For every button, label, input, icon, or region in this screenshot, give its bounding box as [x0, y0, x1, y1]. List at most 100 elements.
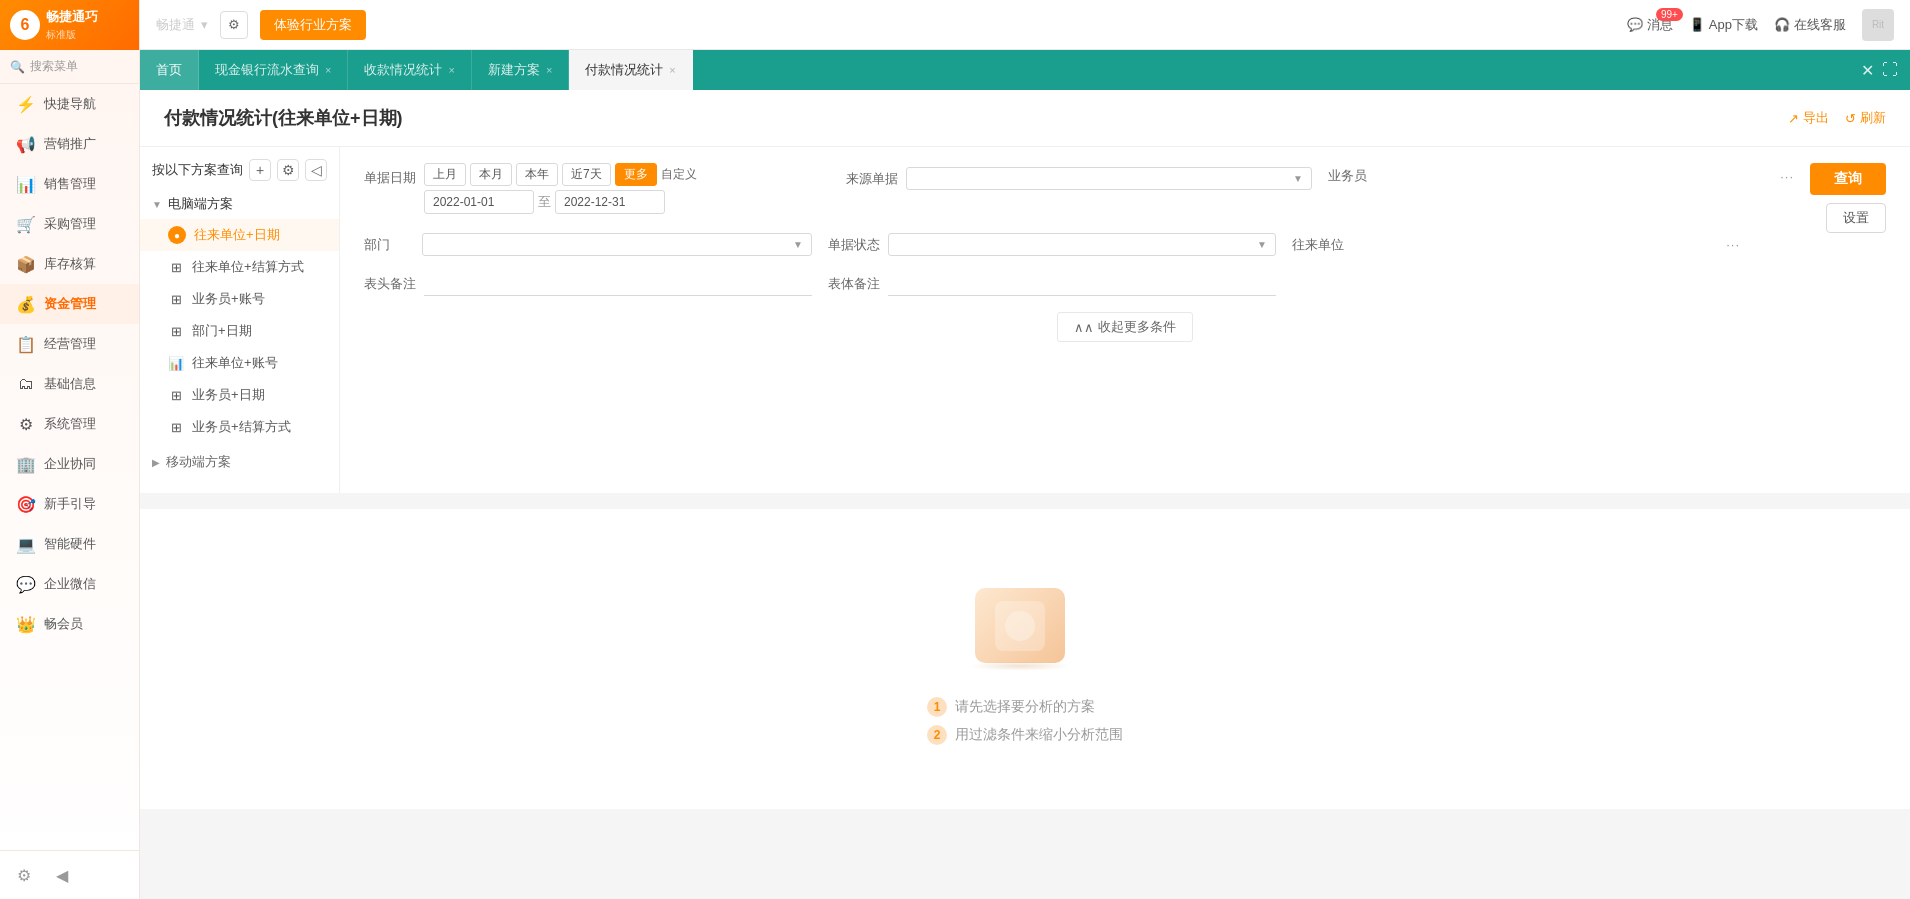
refresh-button[interactable]: ↺ 刷新 [1845, 109, 1886, 127]
tab-bank-flow-close-icon[interactable]: × [325, 64, 331, 76]
scheme-group-pc-header[interactable]: ▼ 电脑端方案 [140, 189, 339, 219]
sidebar-item-finance[interactable]: 💰 资金管理 [0, 284, 139, 324]
doc-status-select[interactable]: ▼ [888, 233, 1276, 256]
body-note-input[interactable] [888, 272, 1276, 296]
sidebar-item-hardware[interactable]: 💻 智能硬件 [0, 524, 139, 564]
body-note-control [888, 272, 1276, 296]
tab-close-all-icon[interactable]: ✕ [1861, 61, 1874, 80]
tab-bank-flow[interactable]: 现金银行流水查询 × [199, 50, 348, 90]
export-button[interactable]: ↗ 导出 [1788, 109, 1829, 127]
tab-receivable[interactable]: 收款情况统计 × [348, 50, 471, 90]
finance-icon: 💰 [16, 294, 36, 314]
tab-maximize-icon[interactable]: ⛶ [1882, 61, 1898, 79]
tab-receivable-label: 收款情况统计 [364, 61, 442, 79]
tab-payment-stat[interactable]: 付款情况统计 × [569, 50, 692, 90]
sidebar-item-guide[interactable]: 🎯 新手引导 [0, 484, 139, 524]
sidebar-item-weapp[interactable]: 💬 企业微信 [0, 564, 139, 604]
doc-status-arrow-icon: ▼ [1257, 239, 1267, 250]
sidebar-item-marketing[interactable]: 📢 营销推广 [0, 124, 139, 164]
tab-payment-stat-close-icon[interactable]: × [669, 64, 675, 76]
search-menu-label: 搜索菜单 [30, 58, 78, 75]
app-download-item[interactable]: 📱 App下载 [1689, 16, 1758, 34]
sidebar-item-system[interactable]: ⚙ 系统管理 [0, 404, 139, 444]
tab-home[interactable]: 首页 [140, 50, 199, 90]
scheme-item-dept-date[interactable]: ⊞ 部门+日期 [140, 315, 339, 347]
divider [140, 493, 1910, 501]
sidebar-item-label: 经营管理 [44, 335, 96, 353]
scheme-group-pc: ▼ 电脑端方案 ● 往来单位+日期 ⊞ 往来单位+结算方式 ⊞ 业务员+账号 [140, 189, 339, 443]
tab-new-scheme-label: 新建方案 [488, 61, 540, 79]
avatar-text: Rit [1872, 19, 1884, 30]
scheme-item-staff-account[interactable]: ⊞ 业务员+账号 [140, 283, 339, 315]
customer-service-item[interactable]: 🎧 在线客服 [1774, 16, 1846, 34]
basic-icon: 🗂 [16, 374, 36, 394]
search-icon: 🔍 [10, 60, 25, 74]
scheme-group-pc-label: 电脑端方案 [168, 195, 233, 213]
date-to-input[interactable] [555, 190, 665, 214]
scheme-collapse-button[interactable]: ◁ [305, 159, 327, 181]
salesman-more-icon[interactable]: ··· [1780, 169, 1794, 184]
trial-industry-button[interactable]: 体验行业方案 [260, 10, 366, 40]
topbar-right: 💬 消息 99+ 📱 App下载 🎧 在线客服 Rit [1627, 9, 1894, 41]
filter-layout: 按以下方案查询 + ⚙ ◁ ▼ 电脑端方案 ● 往来单位+日期 [140, 147, 1910, 493]
query-button[interactable]: 查询 [1810, 163, 1886, 195]
tab-receivable-close-icon[interactable]: × [448, 64, 454, 76]
date-more-btn[interactable]: 更多 [615, 163, 657, 186]
scheme-active-icon: ● [168, 226, 186, 244]
sidebar-item-basic[interactable]: 🗂 基础信息 [0, 364, 139, 404]
scheme-item-staff-payment[interactable]: ⊞ 业务员+结算方式 [140, 411, 339, 443]
salesman-control: ··· [1386, 169, 1794, 184]
inventory-icon: 📦 [16, 254, 36, 274]
sidebar-item-inventory[interactable]: 📦 库存核算 [0, 244, 139, 284]
tab-new-scheme-close-icon[interactable]: × [546, 64, 552, 76]
header-note-input[interactable] [424, 272, 812, 296]
scheme-item-label: 业务员+结算方式 [192, 418, 291, 436]
sidebar-item-member[interactable]: 👑 畅会员 [0, 604, 139, 644]
filter-settings-button[interactable]: 设置 [1826, 203, 1886, 233]
dept-select[interactable]: ▼ [422, 233, 812, 256]
filter-actions-row: ∧∧ 收起更多条件 [364, 304, 1886, 346]
partner-control: ··· [1352, 237, 1740, 252]
scheme-table-icon: ⊞ [168, 387, 184, 403]
scheme-add-button[interactable]: + [249, 159, 271, 181]
scheme-group-mobile-header[interactable]: ▶ 移动端方案 [140, 447, 339, 477]
scheme-table-icon: ⊞ [168, 419, 184, 435]
sidebar-collapse-btn[interactable]: ◀ [48, 861, 76, 889]
scheme-item-unit-account[interactable]: 📊 往来单位+账号 [140, 347, 339, 379]
hint-number-1: 1 [927, 697, 947, 717]
empty-hints: 1 请先选择要分析的方案 2 用过滤条件来缩小分析范围 [927, 697, 1123, 745]
sidebar-item-enterprise[interactable]: 🏢 企业协同 [0, 444, 139, 484]
source-doc-select[interactable]: ▼ [906, 167, 1312, 190]
member-icon: 👑 [16, 614, 36, 634]
sidebar-item-label: 资金管理 [44, 295, 96, 313]
scheme-item-unit-payment[interactable]: ⊞ 往来单位+结算方式 [140, 251, 339, 283]
date-last-7days-btn[interactable]: 近7天 [562, 163, 611, 186]
scheme-settings-button[interactable]: ⚙ [277, 159, 299, 181]
user-avatar[interactable]: Rit [1862, 9, 1894, 41]
date-from-input[interactable] [424, 190, 534, 214]
date-input-range: 至 [424, 190, 697, 214]
scheme-item-label: 业务员+账号 [192, 290, 265, 308]
header-note-label: 表头备注 [364, 275, 416, 293]
tab-new-scheme[interactable]: 新建方案 × [472, 50, 569, 90]
sidebar-item-operation[interactable]: 📋 经营管理 [0, 324, 139, 364]
notification-item[interactable]: 💬 消息 99+ [1627, 16, 1673, 34]
date-this-month-btn[interactable]: 本月 [470, 163, 512, 186]
sidebar-item-sales[interactable]: 📊 销售管理 [0, 164, 139, 204]
purchase-icon: 🛒 [16, 214, 36, 234]
date-this-year-btn[interactable]: 本年 [516, 163, 558, 186]
search-menu[interactable]: 🔍 搜索菜单 [0, 50, 139, 84]
app-download-label: App下载 [1709, 16, 1758, 34]
sidebar-settings-btn[interactable]: ⚙ [10, 861, 38, 889]
sidebar-item-label: 企业协同 [44, 455, 96, 473]
date-last-month-btn[interactable]: 上月 [424, 163, 466, 186]
operation-icon: 📋 [16, 334, 36, 354]
partner-more-icon[interactable]: ··· [1726, 237, 1740, 252]
collapse-conditions-button[interactable]: ∧∧ 收起更多条件 [1057, 312, 1193, 342]
sidebar-item-quick-nav[interactable]: ⚡ 快捷导航 [0, 84, 139, 124]
partner-label: 往来单位 [1292, 236, 1344, 254]
scheme-item-staff-date[interactable]: ⊞ 业务员+日期 [140, 379, 339, 411]
scheme-item-unit-date[interactable]: ● 往来单位+日期 [140, 219, 339, 251]
topbar-settings-icon[interactable]: ⚙ [220, 11, 248, 39]
sidebar-item-purchase[interactable]: 🛒 采购管理 [0, 204, 139, 244]
